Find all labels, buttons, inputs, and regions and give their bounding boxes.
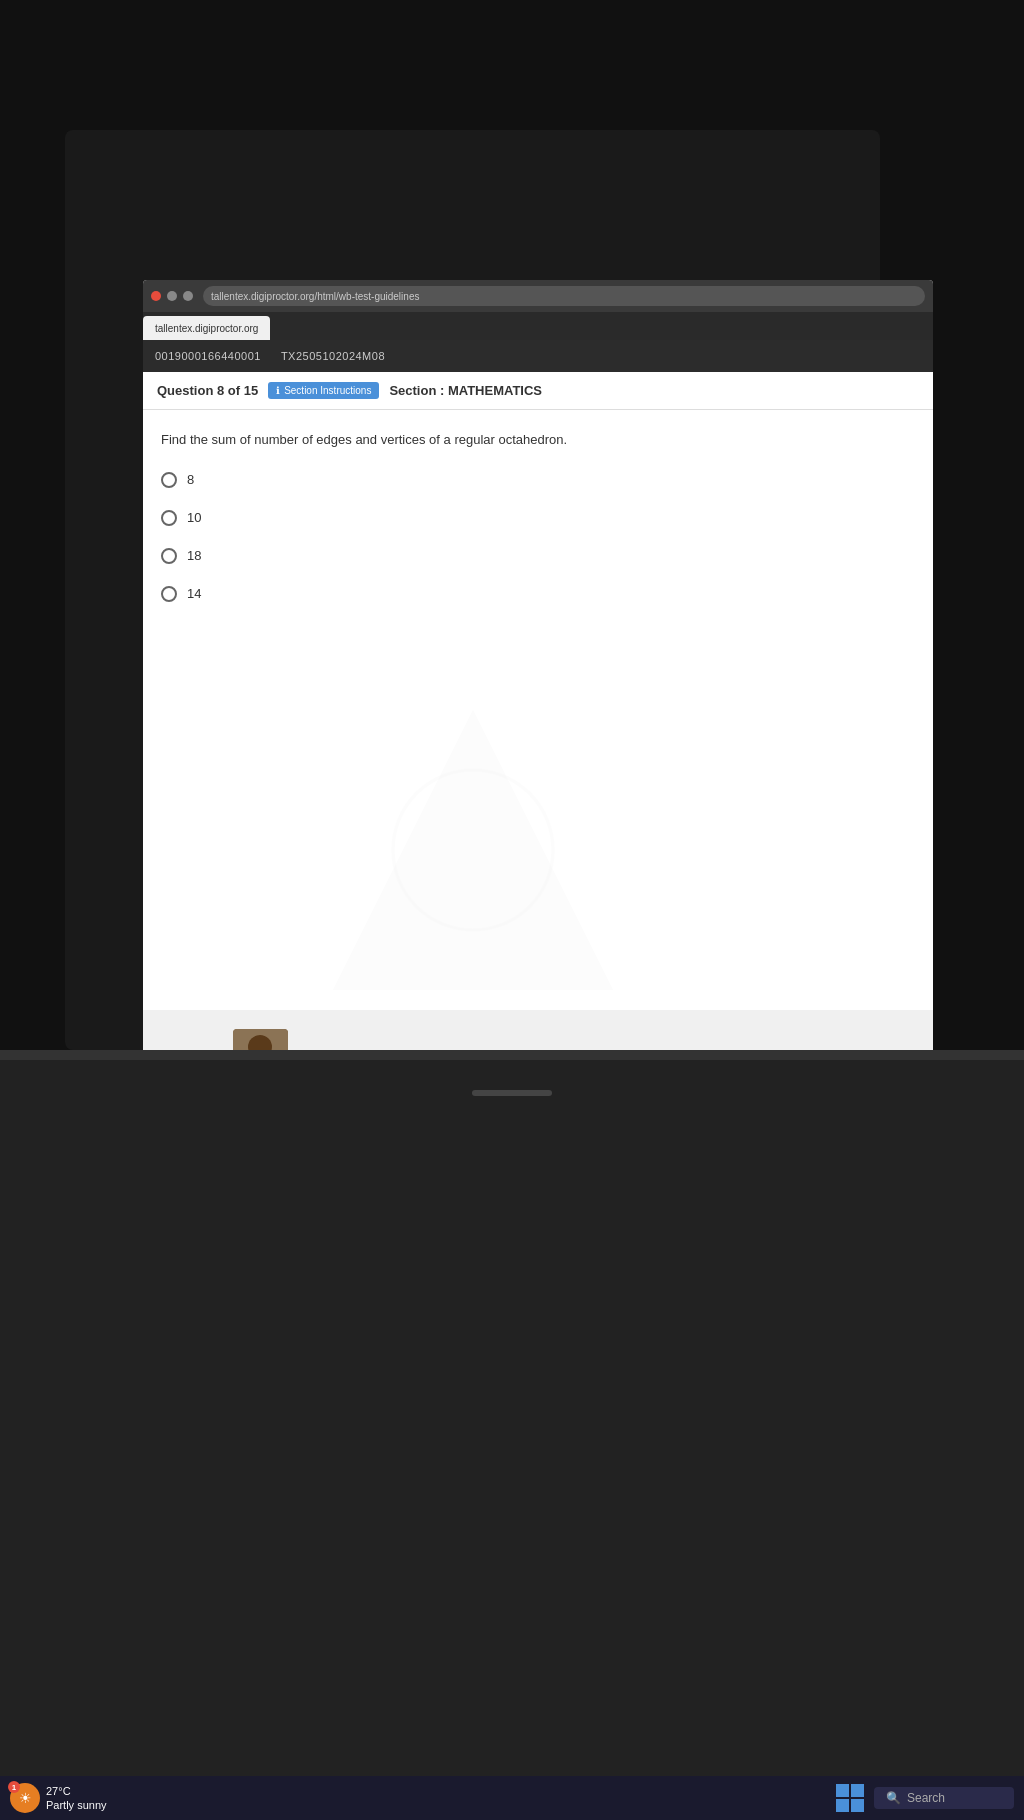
laptop-speaker [472,1090,552,1096]
id-toolbar: 0019000166440001 TX2505102024M08 [143,340,933,372]
taskbar-left: 1 ☀ 27°C Partly sunny [10,1783,107,1813]
section-instructions-icon: ℹ [276,385,280,396]
win-tile-3 [836,1799,849,1812]
radio-option-1[interactable] [161,472,177,488]
radio-option-3[interactable] [161,548,177,564]
option-row-3[interactable]: 18 [161,548,915,564]
content-area: Question 8 of 15 ℹ Section Instructions … [143,372,933,1010]
question-counter: Question 8 of 15 [157,383,258,398]
laptop-bottom [0,1060,1024,1820]
laptop-outer: tallentex.digiproctor.org/html/wb-test-g… [0,0,1024,1820]
win-tile-4 [851,1799,864,1812]
search-label: Search [907,1791,945,1805]
option-label-4: 14 [187,586,201,601]
browser-close-dot[interactable] [151,291,161,301]
option-label-1: 8 [187,472,194,487]
win-tile-2 [851,1784,864,1797]
weather-badge: 1 [8,1781,20,1793]
question-header: Question 8 of 15 ℹ Section Instructions … [143,372,933,410]
section-instructions-button[interactable]: ℹ Section Instructions [268,382,379,399]
id-number: 0019000166440001 [155,350,261,362]
browser-url: tallentex.digiproctor.org/html/wb-test-g… [211,291,419,302]
browser-address-bar[interactable]: tallentex.digiproctor.org/html/wb-test-g… [203,286,925,306]
weather-info: 27°C Partly sunny [46,1784,107,1813]
weather-condition: Partly sunny [46,1798,107,1812]
weather-temp: 27°C [46,1784,107,1798]
browser-window: tallentex.digiproctor.org/html/wb-test-g… [143,280,933,1180]
taskbar-search-bar[interactable]: 🔍 Search [874,1787,1014,1809]
browser-minimize-dot[interactable] [167,291,177,301]
weather-icon: 1 ☀ [10,1783,40,1813]
section-label: Section : MATHEMATICS [389,383,542,398]
sun-icon: ☀ [19,1790,32,1806]
browser-chrome: tallentex.digiproctor.org/html/wb-test-g… [143,280,933,312]
option-row-2[interactable]: 10 [161,510,915,526]
svg-marker-0 [333,710,613,990]
taskbar: 1 ☀ 27°C Partly sunny 🔍 Search [0,1776,1024,1820]
screen-bezel: tallentex.digiproctor.org/html/wb-test-g… [65,130,880,1050]
win-tile-1 [836,1784,849,1797]
weather-widget[interactable]: 1 ☀ 27°C Partly sunny [10,1783,107,1813]
tab-bar: tallentex.digiproctor.org [143,312,933,340]
watermark [323,700,623,1000]
browser-maximize-dot[interactable] [183,291,193,301]
option-label-2: 10 [187,510,201,525]
active-browser-tab[interactable]: tallentex.digiproctor.org [143,316,270,340]
radio-option-2[interactable] [161,510,177,526]
option-label-3: 18 [187,548,201,563]
question-text: Find the sum of number of edges and vert… [161,430,915,450]
taskbar-right: 🔍 Search [836,1784,1014,1812]
radio-option-4[interactable] [161,586,177,602]
section-instructions-label: Section Instructions [284,385,371,396]
search-icon: 🔍 [886,1791,901,1805]
tab-label: tallentex.digiproctor.org [155,323,258,334]
tx-code: TX2505102024M08 [281,350,385,362]
windows-start-button[interactable] [836,1784,864,1812]
option-row-4[interactable]: 14 [161,586,915,602]
option-row-1[interactable]: 8 [161,472,915,488]
question-body: Find the sum of number of edges and vert… [143,410,933,1010]
